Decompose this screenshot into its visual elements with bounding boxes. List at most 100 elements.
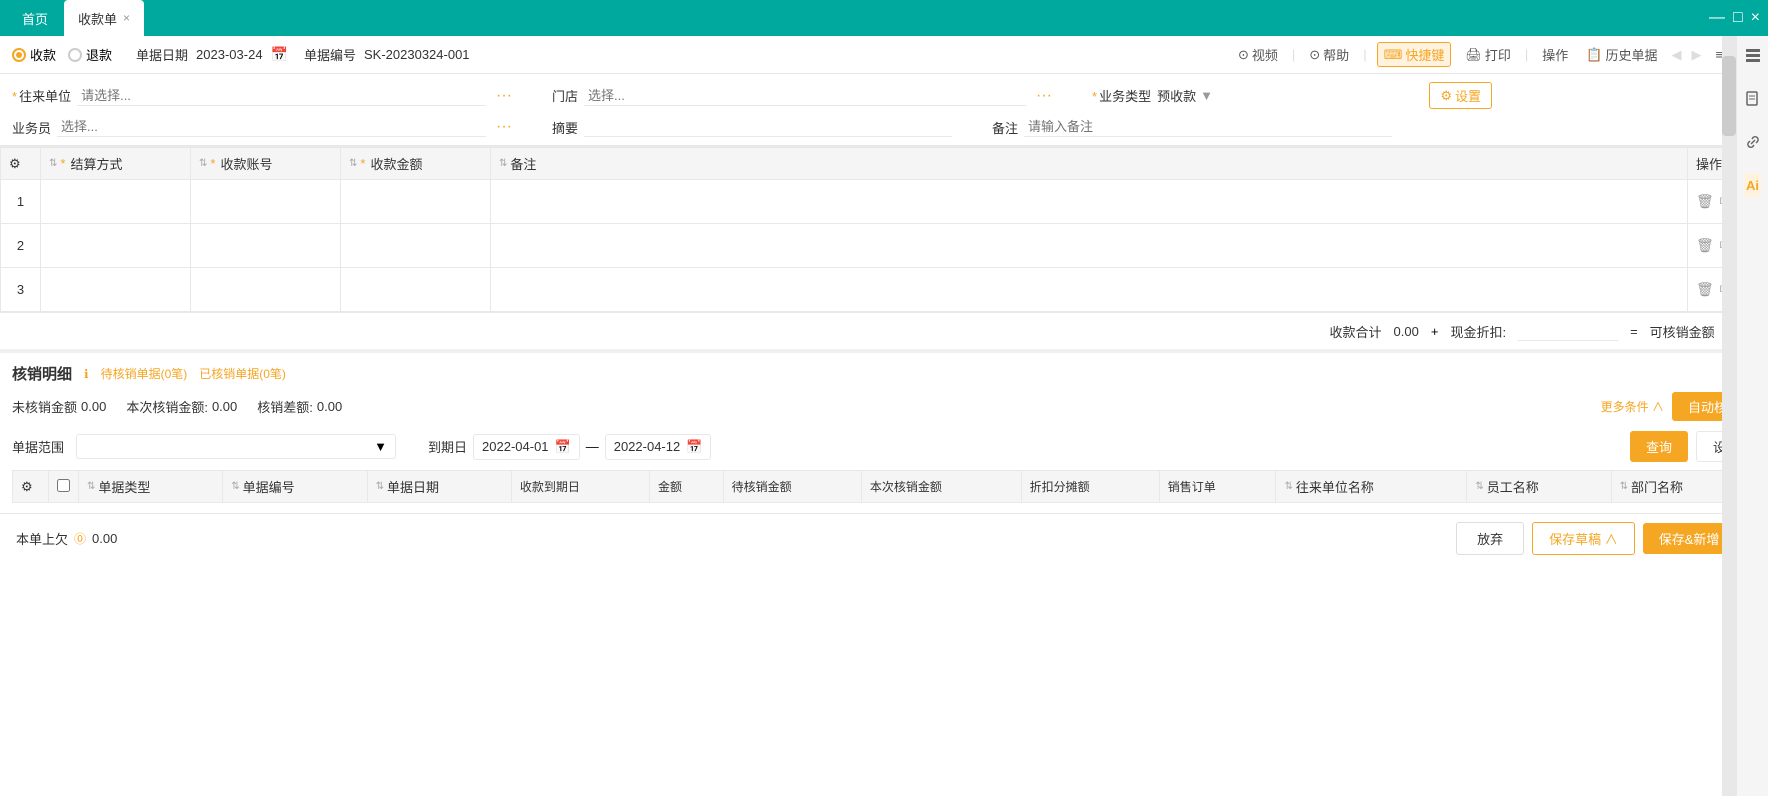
prev-order-info-icon[interactable]: ⓪ xyxy=(74,530,86,547)
toolbar-right: ⊙ 视频 | ⊙ 帮助 | ⌨ 快捷键 🖨 打印 | 操作 📋 xyxy=(1234,42,1756,67)
window-maximize-icon[interactable]: □ xyxy=(1733,9,1743,27)
window-close-icon[interactable]: × xyxy=(1751,9,1760,27)
table-row: 2 🗑⧉ xyxy=(1,224,1768,268)
tab-bar: 首页 收款单 × — □ × xyxy=(0,0,1768,36)
radio-receipt-circle xyxy=(12,48,26,62)
sidebar-link-icon[interactable] xyxy=(1741,130,1765,157)
history-icon: 📋 xyxy=(1586,47,1602,63)
calendar-to-icon: 📅 xyxy=(686,439,702,455)
sidebar-ai-icon[interactable]: Ai xyxy=(1744,173,1761,197)
form-row-1: *往来单位 ··· 门店 ··· *业务类型 预收款 ▼ ⚙ 设置 xyxy=(12,82,1756,109)
more-filter-btn[interactable]: 更多条件 ∧ xyxy=(1601,398,1664,415)
bottom-bar: 本单上欠 ⓪ 0.00 放弃 保存草稿 ∧ 保存&新增 ∧ xyxy=(0,513,1768,563)
abandon-button[interactable]: 放弃 xyxy=(1456,522,1524,555)
bottom-info: 本单上欠 ⓪ 0.00 xyxy=(16,529,117,548)
verify-header: 核销明细 ℹ 待核销单据(0笔) 已核销单据(0笔) xyxy=(12,363,1756,384)
pending-tab[interactable]: 待核销单据(0笔) xyxy=(101,365,188,382)
chevron-down-icon: ▼ xyxy=(1200,88,1213,103)
keyboard-icon: ⌨ xyxy=(1384,47,1403,63)
delete-icon[interactable]: 🗑 xyxy=(1696,237,1714,254)
verify-stats: 未核销金额 0.00 本次核销金额: 0.00 核销差额: 0.00 更多条件 … xyxy=(12,392,1756,421)
info-icon[interactable]: ℹ xyxy=(84,367,89,381)
store-more-icon[interactable]: ··· xyxy=(1036,87,1052,105)
table-row: 3 🗑⧉ xyxy=(1,268,1768,312)
table-container: ⚙ ⇅*结算方式 ⇅*收款账号 ⇅*收款金额 ⇅备注 操作 1 🗑⧉ xyxy=(0,146,1768,312)
operation-button[interactable]: 操作 xyxy=(1538,43,1572,66)
form-row-2: 业务员 ··· 摘要 备注 xyxy=(12,117,1756,137)
date-to-input[interactable]: 2022-04-12 📅 xyxy=(605,434,712,460)
tab-bar-right: — □ × xyxy=(1709,9,1760,27)
calendar-from-icon: 📅 xyxy=(555,439,571,455)
bottom-actions: 放弃 保存草稿 ∧ 保存&新增 ∧ xyxy=(1456,522,1752,555)
tab-active[interactable]: 收款单 × xyxy=(64,0,144,36)
done-tab[interactable]: 已核销单据(0笔) xyxy=(199,365,286,382)
sidebar-doc-icon[interactable] xyxy=(1741,87,1765,114)
shortcut-button[interactable]: ⌨ 快捷键 xyxy=(1377,42,1452,67)
store-field: 门店 ··· xyxy=(552,86,1052,106)
counterpart-field: *往来单位 ··· xyxy=(12,86,512,106)
radio-refund[interactable]: 退款 xyxy=(68,45,112,64)
store-input[interactable] xyxy=(584,86,1026,106)
range-select[interactable]: ▼ xyxy=(76,434,396,459)
toolbar-row: 收款 退款 单据日期 2023-03-24 📅 单据编号 SK-20230324… xyxy=(0,36,1768,74)
help-button[interactable]: ⊙ 帮助 xyxy=(1305,43,1353,66)
sort-icon: ⇅ xyxy=(349,158,357,169)
sort-icon: ⇅ xyxy=(49,158,57,169)
scrollbar[interactable] xyxy=(1722,36,1736,796)
scroll-thumb[interactable] xyxy=(1722,56,1736,136)
table-row: 1 🗑⧉ xyxy=(1,180,1768,224)
radio-refund-circle xyxy=(68,48,82,62)
date-from-input[interactable]: 2022-04-01 📅 xyxy=(473,434,580,460)
biz-type-select[interactable]: 预收款 ▼ xyxy=(1157,86,1423,105)
delete-icon[interactable]: 🗑 xyxy=(1696,193,1714,210)
doc-info: 单据日期 2023-03-24 📅 单据编号 SK-20230324-001 xyxy=(136,45,470,64)
remark-input[interactable] xyxy=(1024,117,1392,137)
question-icon: ⊙ xyxy=(1309,47,1320,63)
verify-table-settings-icon[interactable]: ⚙ xyxy=(21,479,33,494)
video-button[interactable]: ⊙ 视频 xyxy=(1234,43,1282,66)
salesperson-more-icon[interactable]: ··· xyxy=(496,118,512,136)
salesperson-field: 业务员 ··· xyxy=(12,117,512,137)
discount-input[interactable] xyxy=(1518,321,1618,341)
summary-field: 摘要 xyxy=(552,117,952,137)
print-button[interactable]: 🖨 打印 xyxy=(1461,43,1515,66)
table-settings-icon[interactable]: ⚙ xyxy=(9,156,21,171)
main-content: 收款 退款 单据日期 2023-03-24 📅 单据编号 SK-20230324… xyxy=(0,36,1768,796)
right-sidebar: Ai xyxy=(1736,36,1768,796)
verify-table-container: ⚙ ⇅单据类型 ⇅单据编号 ⇅单据日期 收款到期日 金额 待核销金额 本次核销金… xyxy=(12,470,1756,503)
query-button[interactable]: 查询 xyxy=(1630,431,1688,462)
filter-row: 单据范围 ▼ 到期日 2022-04-01 📅 — 2022-04-12 📅 查… xyxy=(12,431,1756,462)
current-verify-stat: 本次核销金额: 0.00 xyxy=(126,397,237,416)
tab-home[interactable]: 首页 xyxy=(8,0,62,36)
counterpart-input[interactable] xyxy=(77,86,486,106)
sidebar-table-icon[interactable] xyxy=(1741,44,1765,71)
save-draft-button[interactable]: 保存草稿 ∧ xyxy=(1532,522,1635,555)
circle-icon: ⊙ xyxy=(1238,47,1249,63)
verify-table: ⚙ ⇅单据类型 ⇅单据编号 ⇅单据日期 收款到期日 金额 待核销金额 本次核销金… xyxy=(12,470,1756,503)
delete-icon[interactable]: 🗑 xyxy=(1696,281,1714,298)
counterpart-more-icon[interactable]: ··· xyxy=(496,87,512,105)
diff-stat: 核销差额: 0.00 xyxy=(257,397,342,416)
form-area: *往来单位 ··· 门店 ··· *业务类型 预收款 ▼ ⚙ 设置 xyxy=(0,74,1768,146)
summary-input[interactable] xyxy=(584,117,952,137)
select-all-checkbox[interactable] xyxy=(57,479,70,492)
window-minimize-icon[interactable]: — xyxy=(1709,9,1725,27)
receipt-table: ⚙ ⇅*结算方式 ⇅*收款账号 ⇅*收款金额 ⇅备注 操作 1 🗑⧉ xyxy=(0,147,1768,312)
verify-section: 核销明细 ℹ 待核销单据(0笔) 已核销单据(0笔) 未核销金额 0.00 本次… xyxy=(0,349,1768,513)
history-button[interactable]: 📋 历史单据 xyxy=(1582,43,1661,66)
tab-close-icon[interactable]: × xyxy=(123,11,130,25)
remark-field: 备注 xyxy=(992,117,1392,137)
biz-type-field: *业务类型 预收款 ▼ ⚙ 设置 xyxy=(1092,82,1492,109)
gear-icon: ⚙ xyxy=(1440,88,1452,104)
sort-icon: ⇅ xyxy=(199,158,207,169)
summary-row: 收款合计 0.00 + 现金折扣: = 可核销金额 0.00 xyxy=(0,312,1768,349)
salesperson-input[interactable] xyxy=(57,117,486,137)
print-icon: 🖨 xyxy=(1465,47,1482,63)
unverified-stat: 未核销金额 0.00 xyxy=(12,397,106,416)
setup-button[interactable]: ⚙ 设置 xyxy=(1429,82,1492,109)
sort-icon: ⇅ xyxy=(499,158,507,169)
chevron-down-icon: ▼ xyxy=(374,439,387,454)
radio-receipt[interactable]: 收款 xyxy=(12,45,56,64)
calendar-icon[interactable]: 📅 xyxy=(271,46,288,63)
radio-group: 收款 退款 xyxy=(12,45,112,64)
